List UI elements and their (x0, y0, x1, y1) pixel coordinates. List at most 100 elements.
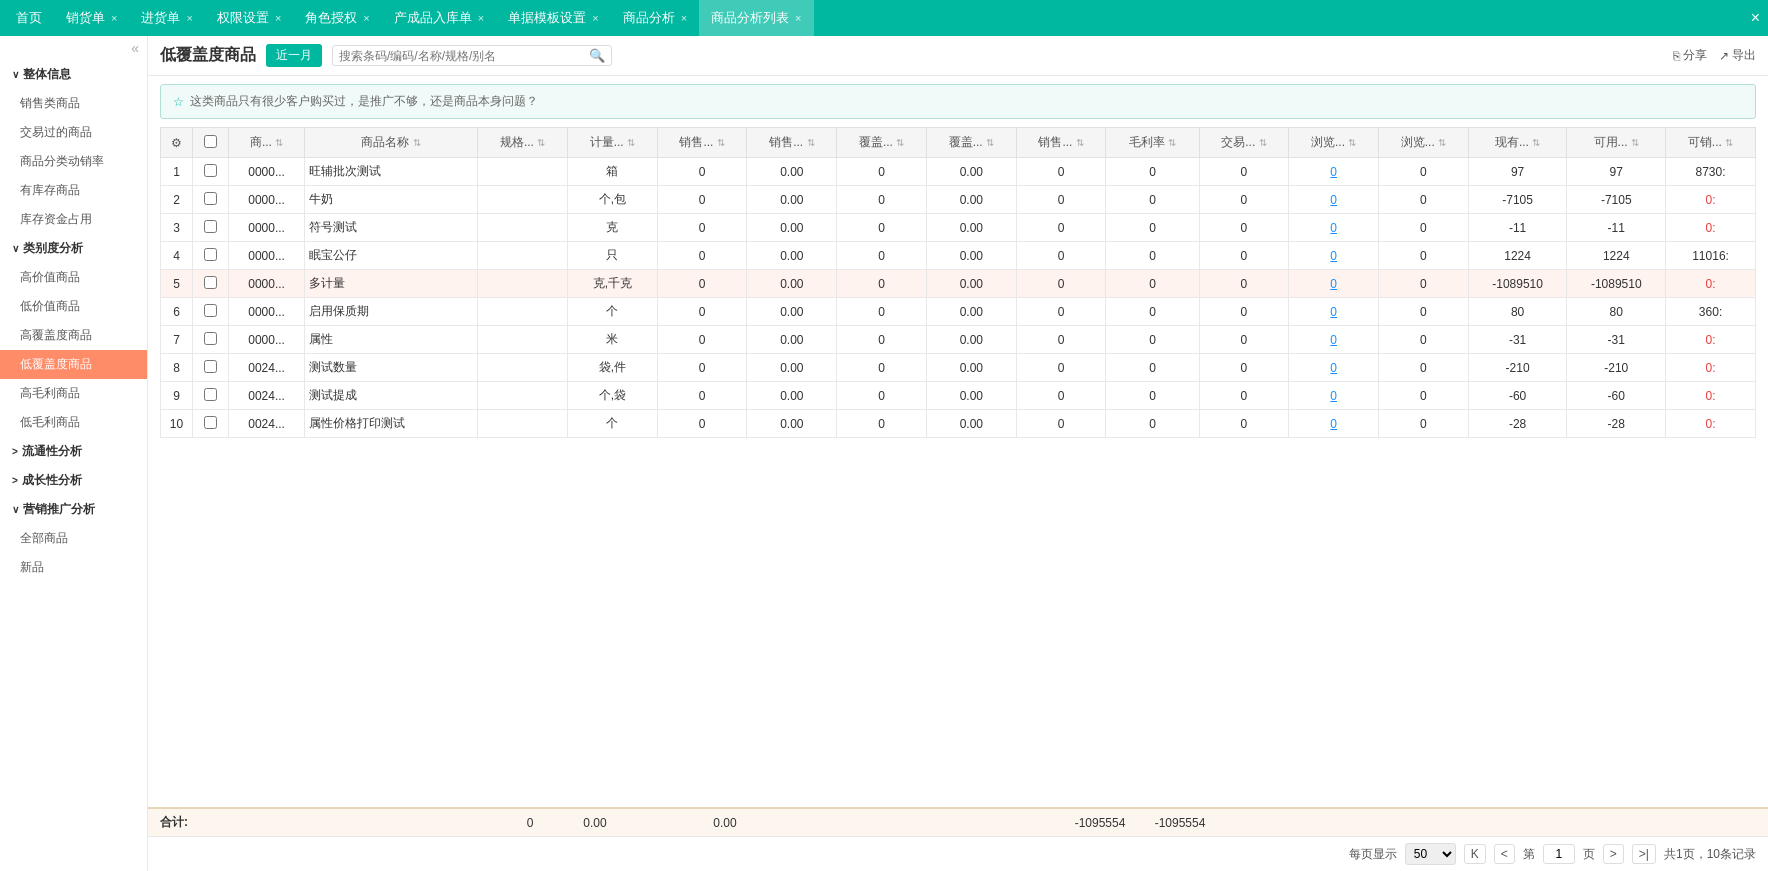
sidebar-group-overall[interactable]: ∨ 整体信息 (0, 60, 147, 89)
search-box: 🔍 (332, 45, 612, 66)
sidebar-collapse-button[interactable]: « (0, 36, 147, 60)
sidebar-group-growth[interactable]: > 成长性分析 (0, 466, 147, 495)
th-coverage2[interactable]: 覆盖... ⇅ (926, 128, 1016, 158)
search-input[interactable] (339, 49, 589, 63)
sidebar-item-high-value[interactable]: 高价值商品 (0, 263, 147, 292)
next-page-button[interactable]: > (1603, 844, 1624, 864)
th-unit[interactable]: 计量... ⇅ (567, 128, 657, 158)
th-spec[interactable]: 规格... ⇅ (478, 128, 568, 158)
close-icon[interactable]: × (795, 0, 801, 36)
select-all-checkbox[interactable] (204, 135, 217, 148)
row-browse1[interactable]: 0 (1289, 214, 1379, 242)
close-icon[interactable]: × (681, 0, 687, 36)
row-checkbox[interactable] (204, 304, 217, 317)
sidebar-item-low-margin[interactable]: 低毛利商品 (0, 408, 147, 437)
prev-page-button[interactable]: < (1494, 844, 1515, 864)
row-checkbox-cell[interactable] (193, 214, 229, 242)
tab-finished-goods[interactable]: 产成品入库单 × (382, 0, 496, 36)
sidebar-item-low-value[interactable]: 低价值商品 (0, 292, 147, 321)
row-checkbox-cell[interactable] (193, 270, 229, 298)
row-browse1[interactable]: 0 (1289, 298, 1379, 326)
row-browse1[interactable]: 0 (1289, 186, 1379, 214)
time-filter-button[interactable]: 近一月 (266, 44, 322, 67)
row-checkbox-cell[interactable] (193, 298, 229, 326)
row-browse1[interactable]: 0 (1289, 270, 1379, 298)
row-checkbox[interactable] (204, 192, 217, 205)
last-page-button[interactable]: >| (1632, 844, 1656, 864)
row-code: 0024... (229, 382, 304, 410)
th-saleable[interactable]: 可销... ⇅ (1666, 128, 1756, 158)
sidebar-item-sales-goods[interactable]: 销售类商品 (0, 89, 147, 118)
sidebar-item-high-coverage[interactable]: 高覆盖度商品 (0, 321, 147, 350)
sidebar-group-marketing[interactable]: ∨ 营销推广分析 (0, 495, 147, 524)
close-icon[interactable]: × (111, 0, 117, 36)
share-button[interactable]: ⎘ 分享 (1673, 47, 1707, 64)
sidebar-item-low-coverage[interactable]: 低覆盖度商品 (0, 350, 147, 379)
sidebar-item-category-turnover[interactable]: 商品分类动销率 (0, 147, 147, 176)
close-icon[interactable]: × (478, 0, 484, 36)
tab-product-analysis[interactable]: 商品分析 × (611, 0, 699, 36)
sidebar-group-category[interactable]: ∨ 类别度分析 (0, 234, 147, 263)
row-checkbox-cell[interactable] (193, 382, 229, 410)
close-icon[interactable]: × (592, 0, 598, 36)
row-checkbox[interactable] (204, 388, 217, 401)
close-icon[interactable]: × (186, 0, 192, 36)
tab-home[interactable]: 首页 (4, 0, 54, 36)
row-checkbox-cell[interactable] (193, 326, 229, 354)
row-browse1[interactable]: 0 (1289, 242, 1379, 270)
th-browse1[interactable]: 浏览... ⇅ (1289, 128, 1379, 158)
th-gross-margin[interactable]: 毛利率 ⇅ (1106, 128, 1199, 158)
row-browse1[interactable]: 0 (1289, 410, 1379, 438)
row-browse1[interactable]: 0 (1289, 326, 1379, 354)
close-icon[interactable]: × (275, 0, 281, 36)
close-all-tabs-button[interactable]: × (1751, 0, 1760, 36)
row-checkbox-cell[interactable] (193, 354, 229, 382)
row-browse1[interactable]: 0 (1289, 354, 1379, 382)
tab-role-auth[interactable]: 角色授权 × (293, 0, 381, 36)
th-available[interactable]: 可用... ⇅ (1567, 128, 1666, 158)
tab-template-settings[interactable]: 单据模板设置 × (496, 0, 610, 36)
row-checkbox[interactable] (204, 416, 217, 429)
th-coverage1[interactable]: 覆盖... ⇅ (837, 128, 927, 158)
search-icon[interactable]: 🔍 (589, 48, 605, 63)
th-name[interactable]: 商品名称 ⇅ (304, 128, 477, 158)
th-sales2[interactable]: 销售... ⇅ (747, 128, 837, 158)
th-browse2[interactable]: 浏览... ⇅ (1379, 128, 1469, 158)
row-checkbox-cell[interactable] (193, 186, 229, 214)
tab-purchase-order[interactable]: 进货单 × (129, 0, 204, 36)
page-input[interactable] (1543, 844, 1575, 864)
th-sales1[interactable]: 销售... ⇅ (657, 128, 747, 158)
sidebar-item-all-goods[interactable]: 全部商品 (0, 524, 147, 553)
row-checkbox[interactable] (204, 360, 217, 373)
row-checkbox[interactable] (204, 332, 217, 345)
tab-product-analysis-list[interactable]: 商品分析列表 × (699, 0, 813, 36)
sidebar-item-traded-goods[interactable]: 交易过的商品 (0, 118, 147, 147)
row-checkbox-cell[interactable] (193, 158, 229, 186)
th-sales3[interactable]: 销售... ⇅ (1016, 128, 1106, 158)
th-checkbox[interactable] (193, 128, 229, 158)
sidebar-item-new-goods[interactable]: 新品 (0, 553, 147, 582)
th-settings[interactable]: ⚙ (161, 128, 193, 158)
row-checkbox[interactable] (204, 276, 217, 289)
th-code[interactable]: 商... ⇅ (229, 128, 304, 158)
row-browse1[interactable]: 0 (1289, 158, 1379, 186)
sidebar-item-in-stock[interactable]: 有库存商品 (0, 176, 147, 205)
row-checkbox[interactable] (204, 248, 217, 261)
row-checkbox[interactable] (204, 164, 217, 177)
per-page-select[interactable]: 50 20 100 (1405, 843, 1456, 865)
tab-sales-order[interactable]: 销货单 × (54, 0, 129, 36)
sidebar-item-capital-occupation[interactable]: 库存资金占用 (0, 205, 147, 234)
row-checkbox-cell[interactable] (193, 242, 229, 270)
export-button[interactable]: ↗ 导出 (1719, 47, 1756, 64)
row-browse1[interactable]: 0 (1289, 382, 1379, 410)
row-checkbox[interactable] (204, 220, 217, 233)
header-actions: ⎘ 分享 ↗ 导出 (1673, 47, 1756, 64)
th-current-stock[interactable]: 现有... ⇅ (1468, 128, 1567, 158)
sidebar-group-liquidity[interactable]: > 流通性分析 (0, 437, 147, 466)
row-checkbox-cell[interactable] (193, 410, 229, 438)
th-transaction[interactable]: 交易... ⇅ (1199, 128, 1289, 158)
sidebar-item-high-margin[interactable]: 高毛利商品 (0, 379, 147, 408)
first-page-button[interactable]: K (1464, 844, 1486, 864)
close-icon[interactable]: × (363, 0, 369, 36)
tab-permissions[interactable]: 权限设置 × (205, 0, 293, 36)
